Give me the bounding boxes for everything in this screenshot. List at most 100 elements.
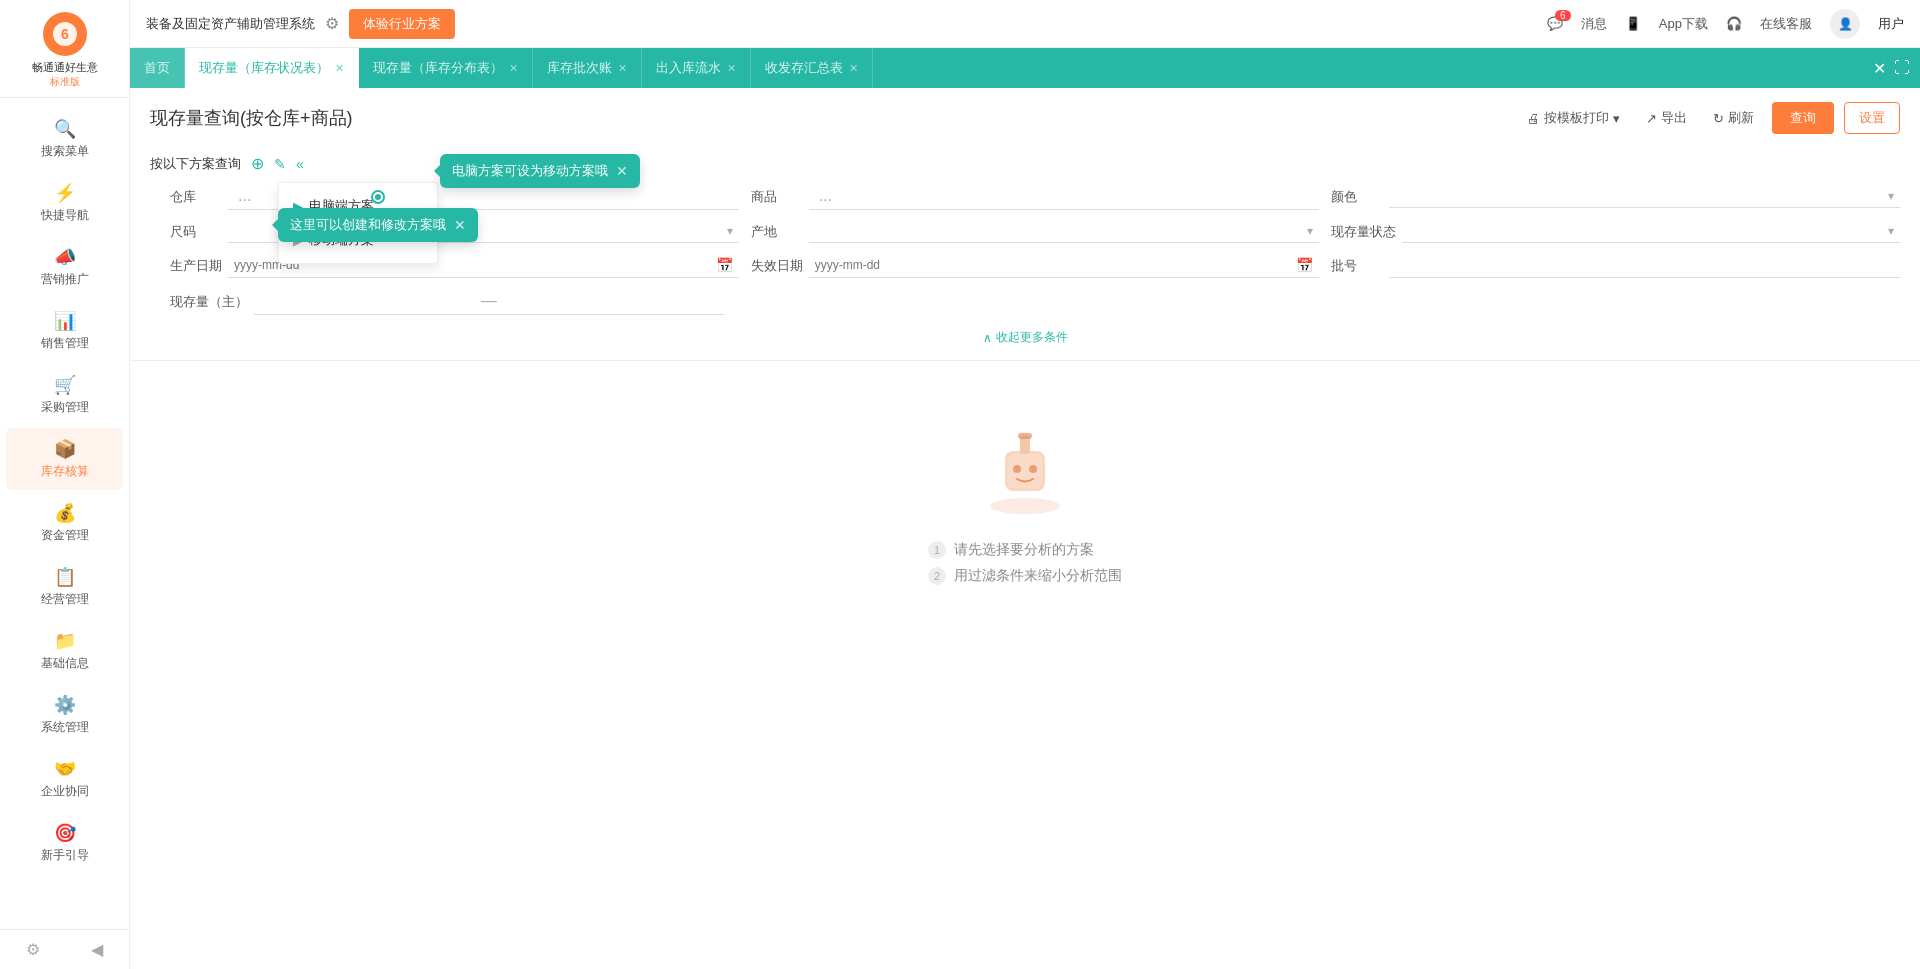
sidebar-item-base[interactable]: 📁 基础信息 [6,620,123,682]
content-inner: 现存量查询(按仓库+商品) 🖨 按模板打印 ▾ ↗ 导出 ↻ 刷新 [130,88,1920,969]
tab-stock-summary-close[interactable]: ✕ [849,62,858,75]
filter-header: 按以下方案查询 ⊕ ✎ « ▶ 电脑端方案 ▶ 移动端方案 [150,154,1900,173]
logo-badge: 标准版 [50,75,80,89]
export-button[interactable]: ↗ 导出 [1638,105,1695,131]
tab-bar: 首页 现存量（库存状况表） ✕ 现存量（库存分布表） ✕ 库存批次账 ✕ 出入库… [130,48,1920,88]
print-dropdown-icon: ▾ [1613,111,1620,126]
logo-text: 畅通通好生意 [32,60,98,75]
collapse-bar[interactable]: ∧ 收起更多条件 [150,323,1900,352]
sidebar-label-guide: 新手引导 [41,847,89,864]
export-label: 导出 [1661,109,1687,127]
sidebar-item-guide[interactable]: 🎯 新手引导 [6,812,123,874]
tooltip1-text: 电脑方案可设为移动方案哦 [452,162,608,180]
refresh-button[interactable]: ↻ 刷新 [1705,105,1762,131]
setting-button[interactable]: 设置 [1844,102,1900,134]
stock-qty-min[interactable] [260,294,477,309]
dot-indicator [373,192,383,202]
page-actions: 🖨 按模板打印 ▾ ↗ 导出 ↻ 刷新 查询 设置 [1519,102,1900,134]
tooltip-edit: 这里可以创建和修改方案哦 ✕ [278,208,478,242]
tab-stock-flow-close[interactable]: ✕ [727,62,736,75]
collapse-label: 收起更多条件 [996,329,1068,346]
tab-stock-batch-close[interactable]: ✕ [618,62,627,75]
search-button[interactable]: 查询 [1772,102,1834,134]
empty-tip-1: 1 请先选择要分析的方案 [928,541,1122,559]
exp-date-input[interactable]: 📅 [809,253,1320,278]
back-schema-btn[interactable]: « [296,156,304,172]
mfg-calendar-icon[interactable]: 📅 [716,257,733,273]
page-title: 现存量查询(按仓库+商品) [150,106,353,130]
collab-icon: 🤝 [54,758,76,780]
app-download-label[interactable]: App下载 [1659,15,1708,33]
svg-rect-4 [1008,454,1042,488]
sidebar-item-operation[interactable]: 📋 经营管理 [6,556,123,618]
tab-stock-summary-label: 收发存汇总表 [765,59,843,77]
guide-icon: 🎯 [54,822,76,844]
goods-select[interactable]: ... [809,183,1320,210]
warehouse-label: 仓库 [170,188,222,206]
tab-stock-flow-label: 出入库流水 [656,59,721,77]
tab-stock-dist-close[interactable]: ✕ [509,62,518,75]
svg-point-6 [1029,465,1037,473]
refresh-label: 刷新 [1728,109,1754,127]
tab-expand-icon[interactable]: ⛶ [1894,59,1910,77]
tab-home-label: 首页 [144,59,170,77]
sidebar-collapse-btn[interactable]: ◀ [91,940,103,959]
edit-schema-btn[interactable]: ✎ [274,156,286,172]
online-service-label[interactable]: 在线客服 [1760,15,1812,33]
stock-status-select[interactable]: ▾ [1402,220,1900,243]
gear-icon[interactable]: ⚙ [325,14,339,33]
main-content: 装备及固定资产辅助管理系统 ⚙ 体验行业方案 💬 6 消息 📱 App下载 🎧 … [130,0,1920,969]
sidebar-settings-btn[interactable]: ⚙ [26,940,40,959]
user-label: 用户 [1878,15,1904,33]
filter-exp-date: 失效日期 📅 [751,253,1320,278]
tooltip2-close[interactable]: ✕ [454,217,466,233]
tab-close-all-icon[interactable]: ✕ [1873,59,1886,78]
finance-icon: 💰 [54,502,76,524]
color-select[interactable]: ▾ [1389,185,1900,208]
tab-stock-status-close[interactable]: ✕ [335,62,344,75]
search-icon: 🔍 [54,118,76,140]
sidebar-label-inventory: 库存核算 [41,463,89,480]
sidebar-item-marketing[interactable]: 📣 营销推广 [6,236,123,298]
stock-qty-max[interactable] [501,294,718,309]
print-button[interactable]: 🖨 按模板打印 ▾ [1519,105,1628,131]
empty-state: 1 请先选择要分析的方案 2 用过滤条件来缩小分析范围 [130,361,1920,633]
tab-stock-dist[interactable]: 现存量（库存分布表） ✕ [359,48,533,88]
batch-input[interactable] [1389,254,1900,278]
tab-home[interactable]: 首页 [130,48,185,88]
tab-stock-summary[interactable]: 收发存汇总表 ✕ [751,48,873,88]
sidebar-item-sales[interactable]: 📊 销售管理 [6,300,123,362]
sidebar-footer: ⚙ ◀ [0,929,129,969]
sidebar-item-system[interactable]: ⚙️ 系统管理 [6,684,123,746]
color-label: 颜色 [1331,188,1383,206]
sidebar-item-inventory[interactable]: 📦 库存核算 [6,428,123,490]
warehouse-dots: ... [238,187,251,205]
svg-point-5 [1013,465,1021,473]
topbar-right: 💬 6 消息 📱 App下载 🎧 在线客服 👤 用户 [1547,9,1904,39]
avatar-icon: 👤 [1838,17,1853,31]
system-icon: ⚙️ [54,694,76,716]
exp-date-field[interactable] [815,258,1297,272]
tab-stock-status-label: 现存量（库存状况表） [199,59,329,77]
tab-stock-status[interactable]: 现存量（库存状况表） ✕ [185,48,359,88]
origin-select[interactable]: ▾ [809,220,1320,243]
stock-status-arrow-icon: ▾ [1888,224,1894,238]
sidebar-item-purchase[interactable]: 🛒 采购管理 [6,364,123,426]
purchase-icon: 🛒 [54,374,76,396]
print-label: 按模板打印 [1544,109,1609,127]
page-header: 现存量查询(按仓库+商品) 🖨 按模板打印 ▾ ↗ 导出 ↻ 刷新 [130,88,1920,144]
trial-button[interactable]: 体验行业方案 [349,9,455,39]
sidebar-item-collab[interactable]: 🤝 企业协同 [6,748,123,810]
mfg-date-label: 生产日期 [170,257,222,275]
exp-calendar-icon[interactable]: 📅 [1296,257,1313,273]
tab-stock-batch[interactable]: 库存批次账 ✕ [533,48,642,88]
sidebar-item-finance[interactable]: 💰 资金管理 [6,492,123,554]
sidebar-item-nav[interactable]: ⚡ 快捷导航 [6,172,123,234]
filter-stock-qty: 现存量（主） — [170,288,724,315]
sidebar-item-search[interactable]: 🔍 搜索菜单 [6,108,123,170]
stock-qty-range[interactable]: — [254,288,724,315]
add-schema-btn[interactable]: ⊕ [251,154,264,173]
tooltip1-close[interactable]: ✕ [616,163,628,179]
avatar: 👤 [1830,9,1860,39]
tab-stock-flow[interactable]: 出入库流水 ✕ [642,48,751,88]
